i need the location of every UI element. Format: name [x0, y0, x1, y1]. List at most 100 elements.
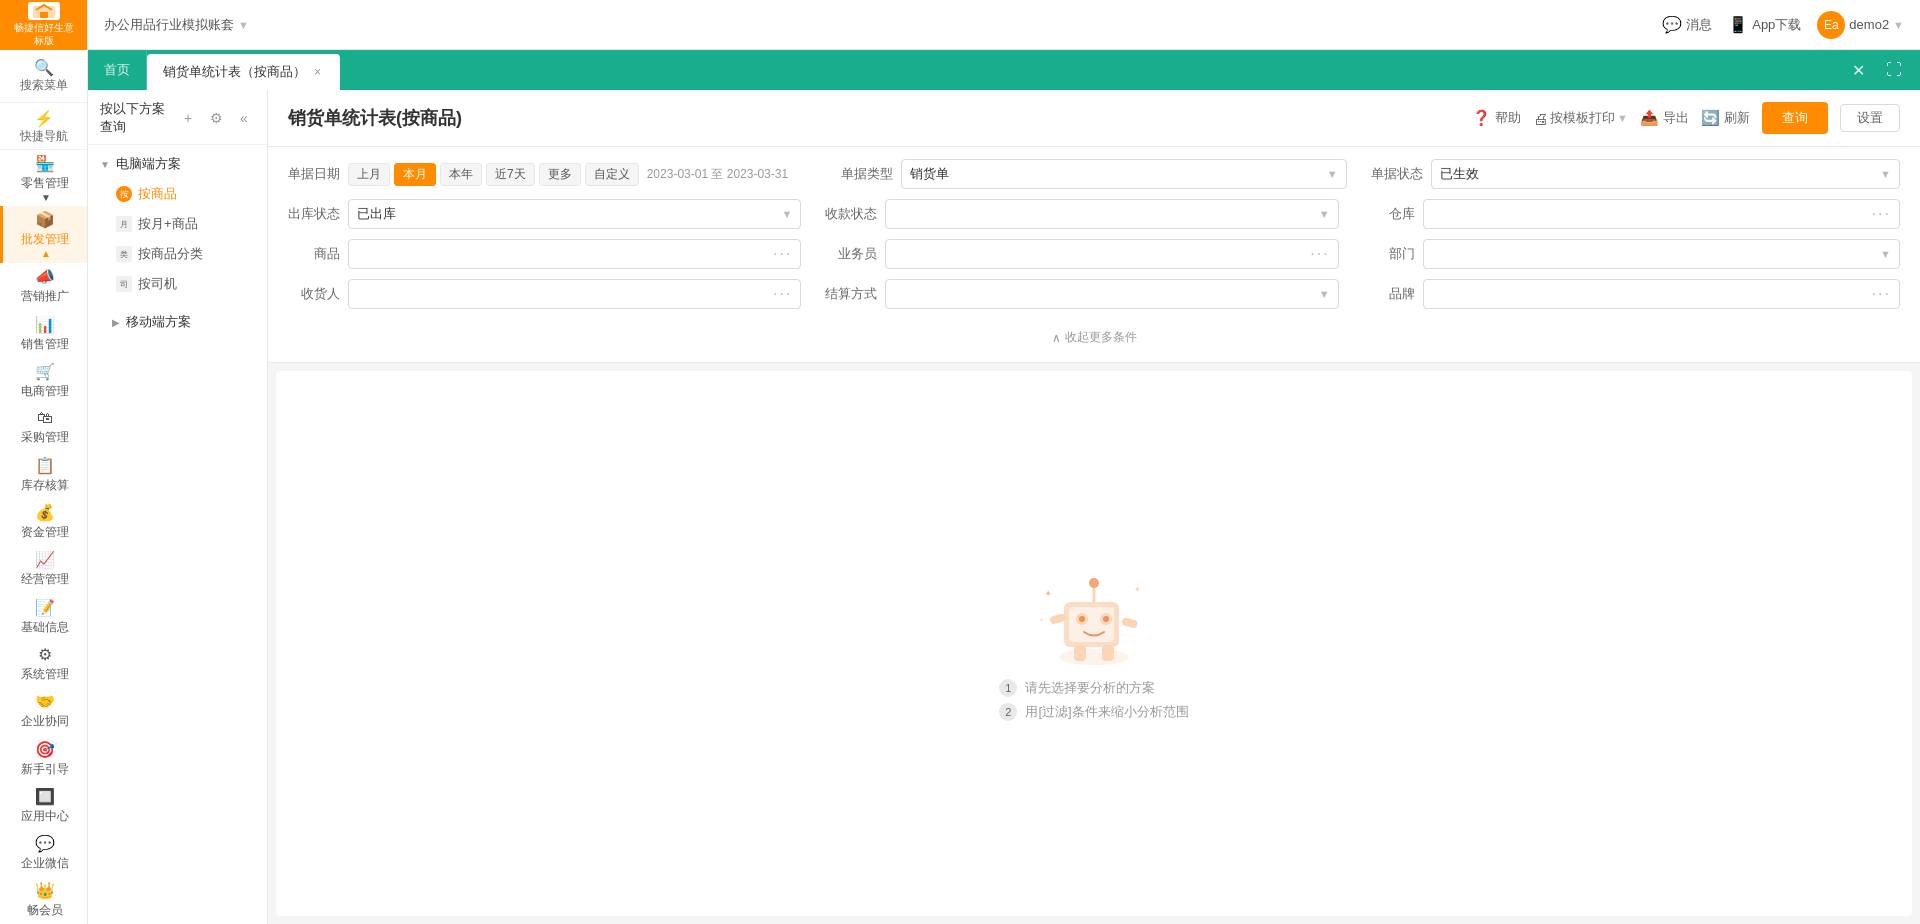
step-2-number: 2	[999, 703, 1017, 721]
sidebar-item-collab[interactable]: 🤝 企业协同	[0, 688, 87, 735]
order-status-label: 单据状态	[1371, 165, 1423, 183]
sidebar-item-retail[interactable]: 🏪 零售管理 ▼	[0, 150, 87, 206]
sidebar-item-sales[interactable]: 📊 销售管理	[0, 310, 87, 357]
app-center-label: 应用中心	[21, 808, 69, 825]
tab-close-button[interactable]: ×	[312, 64, 323, 80]
warehouse-control[interactable]: ···	[1423, 199, 1900, 229]
product-label: 商品	[288, 245, 340, 263]
query-button[interactable]: 查询	[1762, 102, 1828, 134]
scheme-item-month-product[interactable]: 月 按月+商品	[88, 209, 267, 239]
step-2-text: 用[过滤]条件来缩小分析范围	[1025, 703, 1188, 721]
sidebar-item-finance[interactable]: 💰 资金管理	[0, 498, 87, 545]
settings-button[interactable]: 设置	[1840, 104, 1900, 132]
message-button[interactable]: 💬 消息	[1662, 15, 1712, 34]
category-icon: 类	[116, 246, 132, 262]
avatar: Ea	[1817, 11, 1845, 39]
purchase-label: 采购管理	[21, 429, 69, 446]
product-control[interactable]: ···	[348, 239, 801, 269]
date-pill-last-month[interactable]: 上月	[348, 163, 390, 186]
sidebar-item-ecommerce[interactable]: 🛒 电商管理	[0, 357, 87, 404]
department-label: 部门	[1363, 245, 1415, 263]
collapse-row: ∧ 收起更多条件	[288, 319, 1900, 350]
svg-point-8	[1103, 616, 1109, 622]
app-download-button[interactable]: 📱 App下载	[1728, 15, 1801, 34]
print-dropdown-icon: ▼	[1617, 112, 1628, 124]
payment-control[interactable]: ▼	[885, 279, 1338, 309]
quick-nav-label: 快捷导航	[6, 128, 81, 145]
newbie-label: 新手引导	[21, 761, 69, 778]
industry-dropdown-icon: ▼	[238, 19, 249, 31]
date-pill-more[interactable]: 更多	[539, 163, 581, 186]
receiver-control[interactable]: ···	[348, 279, 801, 309]
scheme-group-mobile-header[interactable]: ▶ 移动端方案	[88, 307, 267, 337]
search-menu-item[interactable]: 🔍 搜索菜单	[0, 50, 87, 103]
settings-scheme-button[interactable]: ⚙	[205, 107, 227, 129]
order-status-control[interactable]: 已生效 ▼	[1431, 159, 1900, 189]
order-status-filter: 单据状态 已生效 ▼	[1371, 159, 1900, 189]
basic-info-label: 基础信息	[21, 619, 69, 636]
sidebar-item-operations[interactable]: 📈 经营管理	[0, 546, 87, 593]
date-pill-this-month[interactable]: 本月	[394, 163, 436, 186]
sidebar-item-marketing[interactable]: 📣 营销推广	[0, 263, 87, 310]
sidebar-item-member[interactable]: 👑 畅会员	[0, 877, 87, 924]
user-menu[interactable]: Ea demo2 ▼	[1817, 11, 1904, 39]
quick-nav-item[interactable]: ⚡ 快捷导航	[0, 103, 87, 150]
salesperson-control[interactable]: ···	[885, 239, 1338, 269]
svg-rect-13	[1074, 645, 1086, 661]
industry-selector[interactable]: 办公用品行业模拟账套 ▼	[104, 16, 249, 34]
out-status-label: 出库状态	[288, 205, 340, 223]
print-icon: 🖨	[1533, 110, 1548, 127]
sidebar-item-system[interactable]: ⚙ 系统管理	[0, 640, 87, 687]
retail-expand-icon: ▼	[41, 192, 51, 203]
tab-close-all-button[interactable]: ✕	[1844, 56, 1872, 84]
svg-rect-1	[40, 12, 48, 18]
tabbar: 首页 销货单统计表（按商品） × ✕ ⛶	[88, 50, 1920, 90]
sidebar-item-basic-info[interactable]: 📝 基础信息	[0, 593, 87, 640]
tab-maximize-button[interactable]: ⛶	[1880, 56, 1908, 84]
scheme-group-desktop-header[interactable]: ▼ 电脑端方案	[88, 149, 267, 179]
out-status-control[interactable]: 已出库 ▼	[348, 199, 801, 229]
empty-illustration: ✦ ✦ ✦	[1034, 567, 1154, 667]
sidebar-item-newbie[interactable]: 🎯 新手引导	[0, 735, 87, 782]
scheme-item-category[interactable]: 类 按商品分类	[88, 239, 267, 269]
order-type-control[interactable]: 销货单 ▼	[901, 159, 1346, 189]
scheme-item-by-product[interactable]: 按 按商品	[88, 179, 267, 209]
brand-control[interactable]: ···	[1423, 279, 1900, 309]
collapse-filters-button[interactable]: ∧ 收起更多条件	[1040, 325, 1149, 350]
collapse-scheme-button[interactable]: «	[233, 107, 255, 129]
avatar-text: Ea	[1824, 18, 1839, 32]
sidebar-item-purchase[interactable]: 🛍 采购管理	[0, 405, 87, 451]
sidebar-item-app-center[interactable]: 🔲 应用中心	[0, 782, 87, 829]
svg-text:✦: ✦	[1039, 617, 1044, 623]
date-pill-custom[interactable]: 自定义	[585, 163, 639, 186]
sidebar-item-inventory[interactable]: 📋 库存核算	[0, 451, 87, 498]
add-scheme-button[interactable]: +	[177, 107, 199, 129]
desktop-group-label: 电脑端方案	[116, 155, 181, 173]
wechat-work-label: 企业微信	[21, 855, 69, 872]
refresh-button[interactable]: 🔄 刷新	[1701, 109, 1750, 127]
export-button[interactable]: 📤 导出	[1640, 109, 1689, 127]
tab-home[interactable]: 首页	[88, 50, 147, 90]
category-label: 按商品分类	[138, 245, 203, 263]
refresh-icon: 🔄	[1701, 109, 1720, 127]
collect-status-control[interactable]: ▼	[885, 199, 1338, 229]
tab-sales-report[interactable]: 销货单统计表（按商品） ×	[147, 54, 340, 90]
collab-icon: 🤝	[35, 692, 55, 711]
date-filter-label: 单据日期	[288, 165, 340, 183]
help-button[interactable]: ❓ 帮助	[1472, 109, 1521, 127]
print-button[interactable]: 🖨 按模板打印 ▼	[1533, 109, 1628, 127]
marketing-label: 营销推广	[21, 288, 69, 305]
date-pill-last-7-days[interactable]: 近7天	[486, 163, 535, 186]
product-filter: 商品 ···	[288, 239, 825, 269]
wechat-work-icon: 💬	[35, 834, 55, 853]
driver-label: 按司机	[138, 275, 177, 293]
app-center-icon: 🔲	[35, 787, 55, 806]
sidebar-item-wechat-work[interactable]: 💬 企业微信	[0, 829, 87, 876]
sidebar-item-wholesale[interactable]: 📦 批发管理 ▲	[0, 206, 87, 262]
department-control[interactable]: ▼	[1423, 239, 1900, 269]
app-logo: 畅捷信好生意 标版	[0, 0, 87, 50]
scheme-item-driver[interactable]: 司 按司机	[88, 269, 267, 299]
operations-icon: 📈	[35, 550, 55, 569]
warehouse-label: 仓库	[1363, 205, 1415, 223]
date-pill-this-year[interactable]: 本年	[440, 163, 482, 186]
